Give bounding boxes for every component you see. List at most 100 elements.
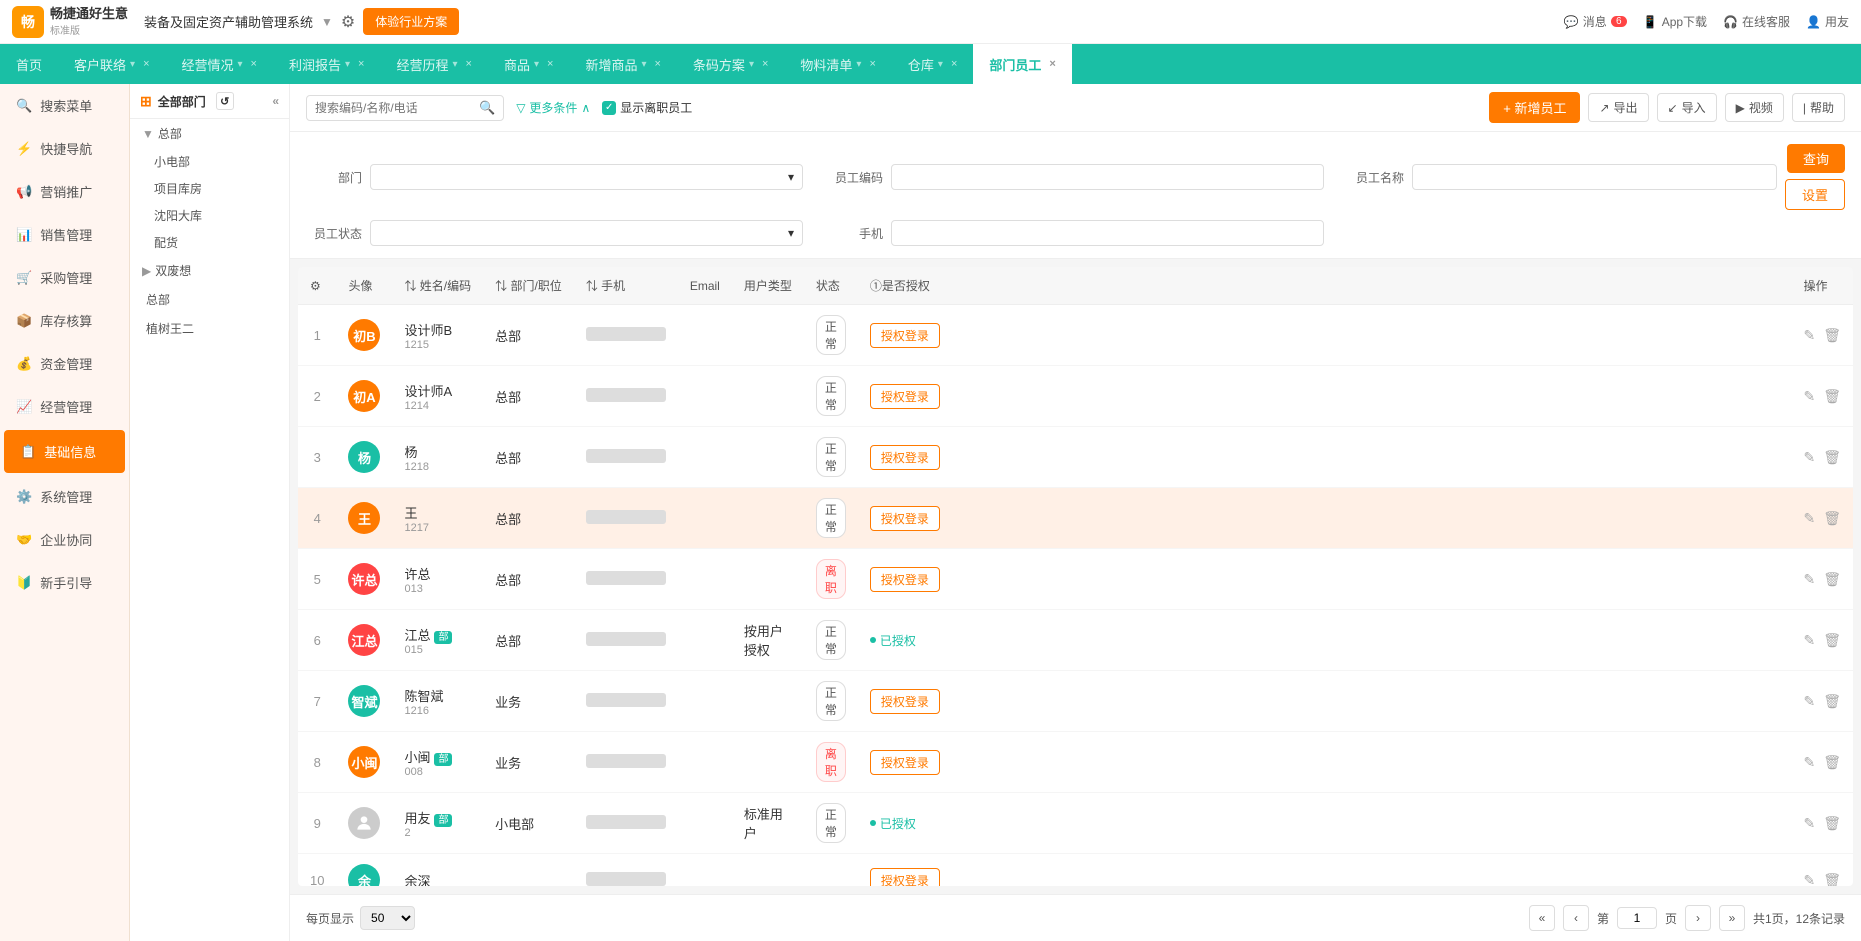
- delete-icon[interactable]: 🗑: [1823, 571, 1841, 588]
- delete-icon[interactable]: 🗑: [1823, 388, 1841, 405]
- edit-icon[interactable]: ✎: [1803, 754, 1815, 771]
- menu-item-finance[interactable]: 💰 资金管理: [0, 342, 129, 385]
- menu-item-guide[interactable]: 🔰 新手引导: [0, 561, 129, 604]
- tab-customer[interactable]: 客户联络 ▾ ×: [58, 44, 165, 84]
- dept-node-zhishu[interactable]: 植树王二: [130, 314, 289, 343]
- search-input[interactable]: [315, 101, 475, 115]
- per-page-select[interactable]: 50 100 200: [360, 906, 415, 930]
- tab-warehouse[interactable]: 仓库 ▾ ×: [892, 44, 973, 84]
- menu-item-sales[interactable]: 📊 销售管理: [0, 213, 129, 256]
- tab-profit[interactable]: 利润报告 ▾ ×: [273, 44, 380, 84]
- delete-icon[interactable]: 🗑: [1823, 872, 1841, 887]
- user-menu[interactable]: 👤 用友: [1806, 13, 1849, 30]
- edit-icon[interactable]: ✎: [1803, 632, 1815, 649]
- menu-item-inventory[interactable]: 📦 库存核算: [0, 299, 129, 342]
- show-dimission-checkbox[interactable]: ✓: [602, 101, 616, 115]
- col-name[interactable]: ⇅ 姓名/编码: [392, 267, 483, 305]
- delete-icon[interactable]: 🗑: [1823, 693, 1841, 710]
- emp-name-input[interactable]: [1412, 164, 1777, 190]
- dept-node-double[interactable]: ▶ 双废想: [130, 256, 289, 285]
- online-service-button[interactable]: 🎧 在线客服: [1723, 13, 1790, 30]
- dept-node-zongbu[interactable]: 总部: [130, 285, 289, 314]
- menu-item-quick[interactable]: ⚡ 快捷导航: [0, 127, 129, 170]
- prev-page-btn[interactable]: ‹: [1563, 905, 1589, 931]
- col-dept[interactable]: ⇅ 部门/职位: [483, 267, 574, 305]
- delete-icon[interactable]: 🗑: [1823, 327, 1841, 344]
- tab-bom-close[interactable]: ×: [869, 58, 875, 70]
- edit-icon[interactable]: ✎: [1803, 693, 1815, 710]
- delete-icon[interactable]: 🗑: [1823, 449, 1841, 466]
- dept-node-shenyang[interactable]: 沈阳大库: [130, 202, 289, 229]
- last-page-btn[interactable]: »: [1719, 905, 1745, 931]
- settings-icon[interactable]: ⚙: [341, 12, 355, 32]
- query-button[interactable]: 查询: [1787, 144, 1845, 173]
- menu-item-marketing[interactable]: 📢 营销推广: [0, 170, 129, 213]
- edit-icon[interactable]: ✎: [1803, 571, 1815, 588]
- next-page-btn[interactable]: ›: [1685, 905, 1711, 931]
- add-employee-button[interactable]: + 新增员工: [1489, 92, 1580, 123]
- app-download-button[interactable]: 📱 App下载: [1643, 13, 1707, 30]
- auth-button[interactable]: 授权登录: [870, 384, 940, 409]
- auth-button[interactable]: 授权登录: [870, 689, 940, 714]
- tab-barcode[interactable]: 条码方案 ▾ ×: [677, 44, 784, 84]
- col-settings[interactable]: ⚙: [298, 267, 336, 305]
- dept-node-zongbu-parent[interactable]: ▼ 总部: [130, 119, 289, 148]
- edit-icon[interactable]: ✎: [1803, 815, 1815, 832]
- tab-goods-close[interactable]: ×: [547, 58, 553, 70]
- tab-history[interactable]: 经营历程 ▾ ×: [380, 44, 487, 84]
- tab-profit-close[interactable]: ×: [358, 58, 364, 70]
- dept-node-small-electric[interactable]: 小电部: [130, 148, 289, 175]
- delete-icon[interactable]: 🗑: [1823, 754, 1841, 771]
- dept-node-project[interactable]: 项目库房: [130, 175, 289, 202]
- dept-collapse-btn[interactable]: «: [272, 94, 279, 108]
- tab-employees[interactable]: 部门员工 ×: [973, 44, 1071, 84]
- view-button[interactable]: ▶ 视频: [1725, 93, 1784, 122]
- auth-button[interactable]: 授权登录: [870, 323, 940, 348]
- edit-icon[interactable]: ✎: [1803, 327, 1815, 344]
- menu-item-basic[interactable]: 📋 基础信息: [4, 430, 125, 473]
- emp-status-select[interactable]: ▾: [370, 220, 803, 246]
- message-button[interactable]: 💬 消息 6: [1564, 13, 1627, 30]
- menu-item-search[interactable]: 🔍 搜索菜单: [0, 84, 129, 127]
- trial-button[interactable]: 体验行业方案: [363, 8, 459, 35]
- edit-icon[interactable]: ✎: [1803, 388, 1815, 405]
- auth-button[interactable]: 授权登录: [870, 750, 940, 775]
- page-input[interactable]: [1617, 907, 1657, 929]
- show-dimission-toggle[interactable]: ✓ 显示离职员工: [602, 99, 692, 116]
- phone-input[interactable]: [891, 220, 1324, 246]
- tab-operation[interactable]: 经营情况 ▾ ×: [166, 44, 273, 84]
- import-button[interactable]: ↙ 导入: [1657, 93, 1717, 122]
- edit-icon[interactable]: ✎: [1803, 510, 1815, 527]
- set-button[interactable]: 设置: [1785, 179, 1845, 210]
- search-icon[interactable]: 🔍: [479, 100, 495, 116]
- auth-button[interactable]: 授权登录: [870, 868, 940, 887]
- auth-button[interactable]: 授权登录: [870, 506, 940, 531]
- tab-customer-close[interactable]: ×: [143, 58, 149, 70]
- tab-operation-close[interactable]: ×: [251, 58, 257, 70]
- dept-filter-select[interactable]: ▾: [370, 164, 803, 190]
- tab-new-goods-close[interactable]: ×: [654, 58, 660, 70]
- delete-icon[interactable]: 🗑: [1823, 815, 1841, 832]
- tab-barcode-close[interactable]: ×: [762, 58, 768, 70]
- menu-item-system[interactable]: ⚙️ 系统管理: [0, 475, 129, 518]
- help-button[interactable]: | 帮助: [1792, 93, 1845, 122]
- menu-item-purchase[interactable]: 🛒 采购管理: [0, 256, 129, 299]
- auth-button[interactable]: 授权登录: [870, 567, 940, 592]
- col-phone[interactable]: ⇅ 手机: [574, 267, 678, 305]
- tab-history-close[interactable]: ×: [466, 58, 472, 70]
- tab-home[interactable]: 首页: [0, 44, 58, 84]
- more-filter-btn[interactable]: ▽ 更多条件 ∧: [516, 99, 590, 116]
- dropdown-arrow[interactable]: ▼: [321, 15, 333, 29]
- dept-node-peihu[interactable]: 配货: [130, 229, 289, 256]
- menu-item-collab[interactable]: 🤝 企业协同: [0, 518, 129, 561]
- auth-button[interactable]: 授权登录: [870, 445, 940, 470]
- search-box[interactable]: 🔍: [306, 95, 504, 121]
- tab-goods[interactable]: 商品 ▾ ×: [488, 44, 569, 84]
- edit-icon[interactable]: ✎: [1803, 449, 1815, 466]
- dept-refresh-btn[interactable]: ↺: [216, 92, 234, 110]
- delete-icon[interactable]: 🗑: [1823, 510, 1841, 527]
- tab-employees-close[interactable]: ×: [1049, 58, 1055, 70]
- tab-new-goods[interactable]: 新增商品 ▾ ×: [569, 44, 676, 84]
- delete-icon[interactable]: 🗑: [1823, 632, 1841, 649]
- emp-code-input[interactable]: [891, 164, 1324, 190]
